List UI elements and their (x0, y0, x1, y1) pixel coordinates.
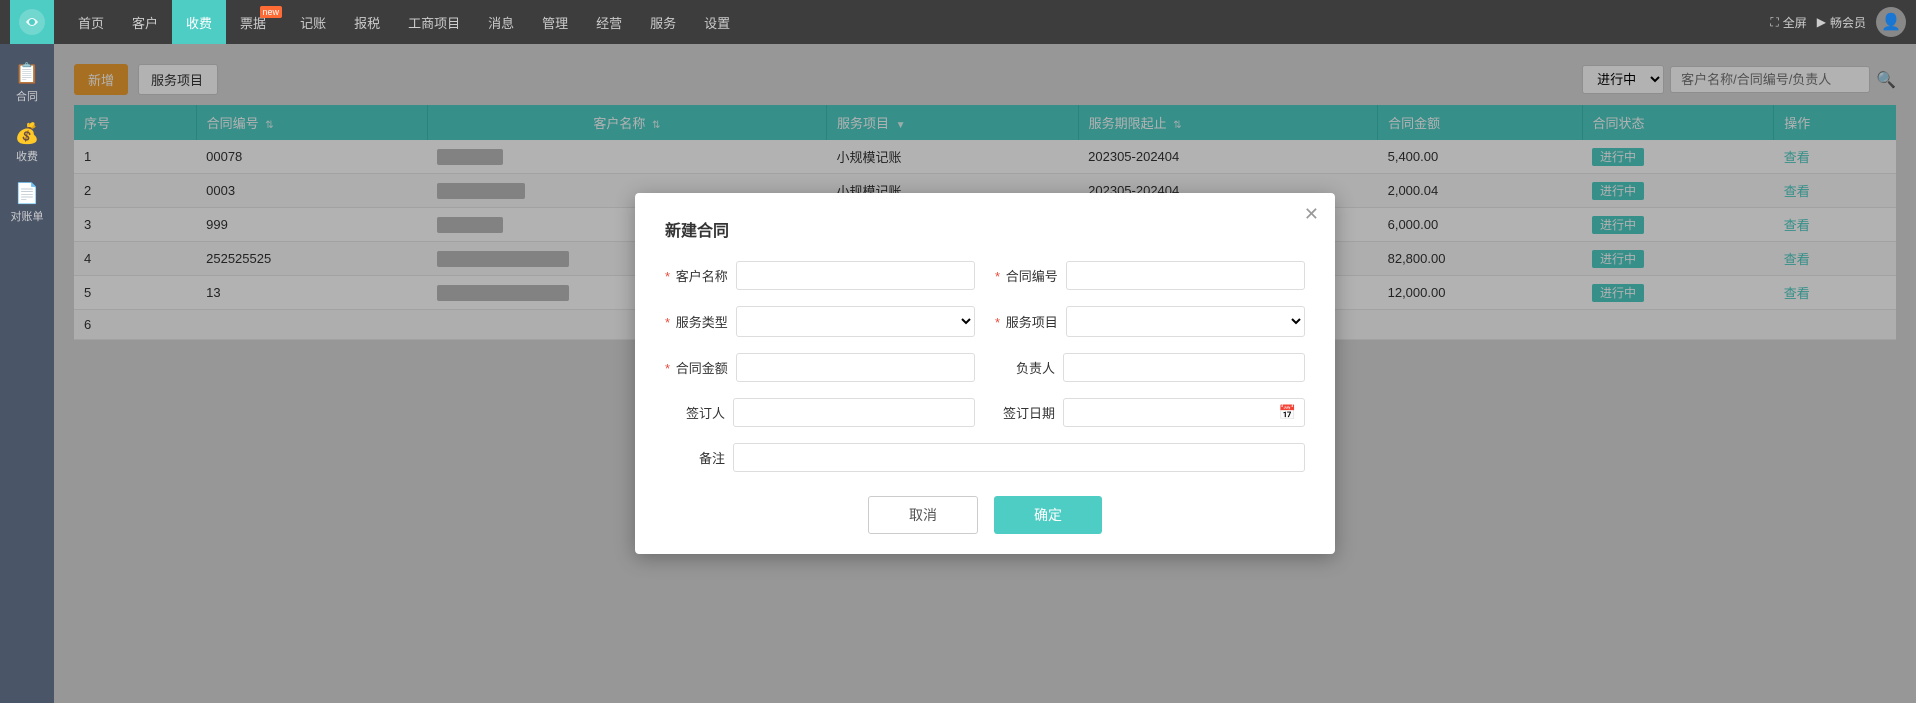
form-row-contract-no: * 合同编号 (995, 261, 1305, 290)
customer-label: * 客户名称 (665, 266, 728, 285)
nav-home[interactable]: 首页 (64, 0, 118, 44)
modal-overlay: ✕ 新建合同 * 客户名称 * 合同编号 (54, 44, 1916, 703)
statement-icon: 📄 (15, 184, 40, 204)
required-star-2: * (995, 269, 1000, 284)
nav-operations[interactable]: 经营 (582, 0, 636, 44)
required-star-4: * (995, 315, 1000, 330)
required-star-3: * (665, 315, 670, 330)
form-grid: * 客户名称 * 合同编号 (665, 261, 1305, 472)
fullscreen-button[interactable]: ⛶ 全屏 (1770, 14, 1806, 31)
nav-messages[interactable]: 消息 (474, 0, 528, 44)
nav-business[interactable]: 工商项目 (394, 0, 474, 44)
confirm-button[interactable]: 确定 (994, 496, 1102, 534)
content-area: 新增 服务项目 进行中 已完成 全部 🔍 序号 合同编号 ⇅ (54, 44, 1916, 703)
sidebar-statement-label: 对账单 (11, 208, 44, 224)
nav-settings[interactable]: 设置 (690, 0, 744, 44)
sidebar: 📋 合同 💰 收费 📄 对账单 (0, 44, 54, 703)
nav-service[interactable]: 服务 (636, 0, 690, 44)
amount-label: * 合同金额 (665, 358, 728, 377)
play-icon: ▶ (1817, 15, 1826, 29)
service-type-label: * 服务类型 (665, 312, 728, 331)
sidebar-billing-label: 收费 (16, 148, 38, 164)
member-label: 畅会员 (1830, 14, 1866, 31)
top-nav: 首页 客户 收费 票据 new 记账 报税 工商项目 消息 管理 经营 服务 设… (0, 0, 1916, 44)
sidebar-item-statement[interactable]: 📄 对账单 (0, 174, 54, 234)
assignee-label: 负责人 (995, 358, 1055, 377)
form-row-amount: * 合同金额 0.00 (665, 353, 975, 382)
amount-input[interactable]: 0.00 (736, 353, 975, 382)
service-item-select[interactable] (1066, 306, 1305, 337)
form-row-signer: 签订人 (665, 398, 975, 427)
customer-name-input[interactable] (736, 261, 975, 290)
contract-icon: 📋 (15, 64, 40, 84)
form-row-customer: * 客户名称 (665, 261, 975, 290)
fullscreen-icon: ⛶ (1770, 15, 1778, 30)
nav-tax[interactable]: 报税 (340, 0, 394, 44)
billing-icon: 💰 (15, 124, 40, 144)
service-item-label: * 服务项目 (995, 312, 1058, 331)
sidebar-item-contract[interactable]: 📋 合同 (0, 54, 54, 114)
required-star-5: * (665, 361, 670, 376)
fullscreen-label: 全屏 (1783, 14, 1807, 31)
form-actions: 取消 确定 (665, 496, 1305, 534)
avatar[interactable]: 👤 (1876, 7, 1906, 37)
form-row-assignee: 负责人 (995, 353, 1305, 382)
calendar-icon[interactable]: 📅 (1279, 404, 1296, 421)
new-badge: new (260, 6, 283, 18)
nav-invoice[interactable]: 票据 new (226, 0, 286, 44)
new-contract-modal: ✕ 新建合同 * 客户名称 * 合同编号 (635, 193, 1335, 554)
form-row-note: 备注 (665, 443, 1305, 472)
contract-no-label: * 合同编号 (995, 266, 1058, 285)
note-label: 备注 (665, 448, 725, 467)
nav-customer[interactable]: 客户 (118, 0, 172, 44)
modal-close-button[interactable]: ✕ (1304, 205, 1319, 223)
signer-label: 签订人 (665, 403, 725, 422)
signer-input[interactable] (733, 398, 975, 427)
sign-date-input[interactable]: 2023-06-06 (1072, 399, 1279, 426)
date-input-wrapper: 2023-06-06 📅 (1063, 398, 1305, 427)
nav-bookkeeping[interactable]: 记账 (286, 0, 340, 44)
contract-no-input[interactable] (1066, 261, 1305, 290)
member-button[interactable]: ▶ 畅会员 (1817, 14, 1866, 31)
modal-title: 新建合同 (665, 217, 1305, 241)
form-row-sign-date: 签订日期 2023-06-06 📅 (995, 398, 1305, 427)
service-type-select[interactable] (736, 306, 975, 337)
form-row-service-item: * 服务项目 (995, 306, 1305, 337)
note-input[interactable] (733, 443, 1305, 472)
nav-right: ⛶ 全屏 ▶ 畅会员 👤 (1770, 7, 1906, 37)
nav-billing[interactable]: 收费 (172, 0, 226, 44)
assignee-input[interactable] (1063, 353, 1305, 382)
cancel-button[interactable]: 取消 (868, 496, 978, 534)
nav-management[interactable]: 管理 (528, 0, 582, 44)
sign-date-label: 签订日期 (995, 403, 1055, 422)
logo (10, 0, 54, 44)
main-layout: 📋 合同 💰 收费 📄 对账单 新增 服务项目 进行中 已完成 全部 🔍 (0, 44, 1916, 703)
sidebar-item-billing[interactable]: 💰 收费 (0, 114, 54, 174)
sidebar-contract-label: 合同 (16, 88, 38, 104)
form-row-service-type: * 服务类型 (665, 306, 975, 337)
required-star: * (665, 269, 670, 284)
